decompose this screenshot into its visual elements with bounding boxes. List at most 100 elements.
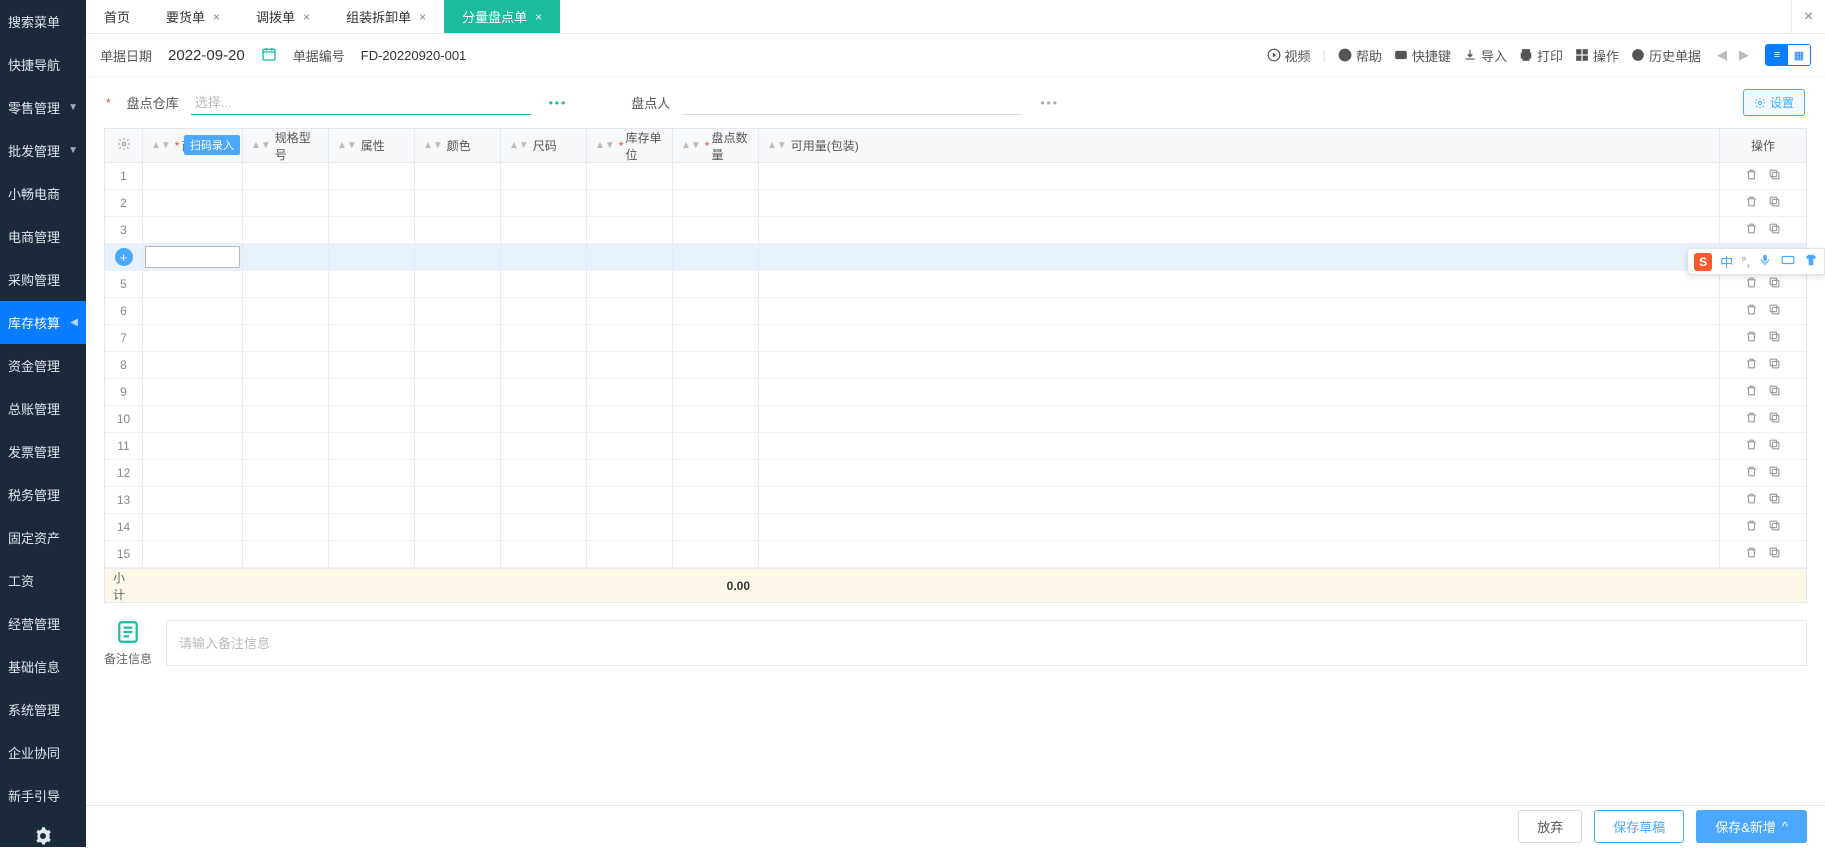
table-row[interactable]: 3 (105, 217, 1806, 244)
cell[interactable] (587, 352, 673, 378)
view-list-icon[interactable]: ≡ (1766, 45, 1788, 65)
cell[interactable] (759, 163, 1720, 189)
close-icon[interactable]: × (303, 10, 310, 24)
cell[interactable] (587, 271, 673, 297)
cell[interactable] (415, 406, 501, 432)
save-new-button[interactable]: 保存&新增^ (1696, 810, 1807, 843)
cell[interactable] (329, 298, 415, 324)
nav-next-icon[interactable]: ▶ (1735, 45, 1753, 65)
cell[interactable] (415, 163, 501, 189)
delete-row-icon[interactable] (1745, 357, 1758, 373)
cell[interactable] (673, 190, 759, 216)
cell[interactable] (415, 217, 501, 243)
cell[interactable] (243, 325, 329, 351)
cell[interactable] (501, 163, 587, 189)
cell[interactable] (243, 298, 329, 324)
cell[interactable] (243, 406, 329, 432)
cell[interactable] (759, 244, 1720, 270)
ime-toolbar[interactable]: S 中 °, (1687, 248, 1825, 275)
cell[interactable] (587, 217, 673, 243)
cell[interactable] (143, 433, 243, 459)
cell[interactable] (329, 379, 415, 405)
cell[interactable] (329, 433, 415, 459)
ime-lang[interactable]: 中 (1720, 252, 1733, 271)
sidebar-item[interactable]: 采购管理 (0, 258, 86, 301)
cell[interactable] (587, 541, 673, 567)
cell[interactable] (143, 541, 243, 567)
cell[interactable] (501, 460, 587, 486)
delete-row-icon[interactable] (1745, 465, 1758, 481)
shortcut-link[interactable]: 快捷键 (1394, 46, 1451, 65)
cell[interactable] (329, 514, 415, 540)
cell[interactable] (329, 487, 415, 513)
cell[interactable] (501, 433, 587, 459)
delete-row-icon[interactable] (1745, 384, 1758, 400)
cell[interactable] (243, 460, 329, 486)
delete-row-icon[interactable] (1745, 519, 1758, 535)
col-color[interactable]: ▲▼颜色 (415, 129, 501, 162)
cell[interactable] (673, 325, 759, 351)
cell[interactable] (415, 352, 501, 378)
copy-row-icon[interactable] (1768, 357, 1781, 373)
ime-keyboard-icon[interactable] (1780, 253, 1796, 270)
cell[interactable] (759, 379, 1720, 405)
warehouse-input[interactable] (191, 91, 531, 115)
tab[interactable]: 组装拆卸单× (328, 0, 444, 33)
cell[interactable] (243, 244, 329, 270)
table-row[interactable]: 15 (105, 541, 1806, 568)
remark-input[interactable] (166, 620, 1807, 666)
cell[interactable] (501, 379, 587, 405)
cell[interactable] (759, 352, 1720, 378)
cell[interactable] (587, 460, 673, 486)
sidebar-item[interactable]: 批发管理▼ (0, 129, 86, 172)
copy-row-icon[interactable] (1768, 384, 1781, 400)
tab[interactable]: 调拨单× (238, 0, 328, 33)
cell[interactable] (143, 352, 243, 378)
sidebar-item[interactable]: 新手引导 (0, 774, 86, 817)
close-icon[interactable]: × (213, 10, 220, 24)
cell[interactable] (501, 244, 587, 270)
sidebar-item[interactable]: 小畅电商 (0, 172, 86, 215)
cell[interactable] (587, 325, 673, 351)
table-row[interactable]: 6 (105, 298, 1806, 325)
cell[interactable] (673, 217, 759, 243)
delete-row-icon[interactable] (1745, 276, 1758, 292)
delete-row-icon[interactable] (1745, 330, 1758, 346)
table-row[interactable]: 5 (105, 271, 1806, 298)
copy-row-icon[interactable] (1768, 195, 1781, 211)
delete-row-icon[interactable] (1745, 195, 1758, 211)
date-value[interactable]: 2022-09-20 (168, 47, 245, 64)
tab[interactable]: 要货单× (148, 0, 238, 33)
cell[interactable] (587, 406, 673, 432)
cell[interactable] (759, 514, 1720, 540)
col-attr[interactable]: ▲▼属性 (329, 129, 415, 162)
cell[interactable] (329, 244, 415, 270)
cell[interactable] (587, 379, 673, 405)
cell[interactable] (673, 163, 759, 189)
sidebar-item[interactable]: 总账管理 (0, 387, 86, 430)
sidebar-item[interactable]: 资金管理 (0, 344, 86, 387)
cell[interactable] (759, 217, 1720, 243)
ime-punct-icon[interactable]: °, (1741, 254, 1750, 269)
cell[interactable] (329, 352, 415, 378)
cell[interactable] (501, 352, 587, 378)
cell[interactable] (673, 271, 759, 297)
cell[interactable] (243, 163, 329, 189)
person-more-icon[interactable]: ••• (1040, 96, 1059, 110)
add-row-icon[interactable]: + (115, 248, 133, 266)
table-row[interactable]: 11 (105, 433, 1806, 460)
cell[interactable] (415, 541, 501, 567)
cell[interactable] (243, 190, 329, 216)
cell[interactable] (415, 244, 501, 270)
cell[interactable] (759, 487, 1720, 513)
cell[interactable] (329, 190, 415, 216)
close-icon[interactable]: × (535, 10, 542, 24)
sidebar-item[interactable]: 固定资产 (0, 516, 86, 559)
copy-row-icon[interactable] (1768, 519, 1781, 535)
cell[interactable] (587, 298, 673, 324)
sidebar-item[interactable]: 企业协同 (0, 731, 86, 774)
cell[interactable] (587, 190, 673, 216)
cell[interactable] (143, 379, 243, 405)
cell[interactable] (143, 298, 243, 324)
copy-row-icon[interactable] (1768, 411, 1781, 427)
